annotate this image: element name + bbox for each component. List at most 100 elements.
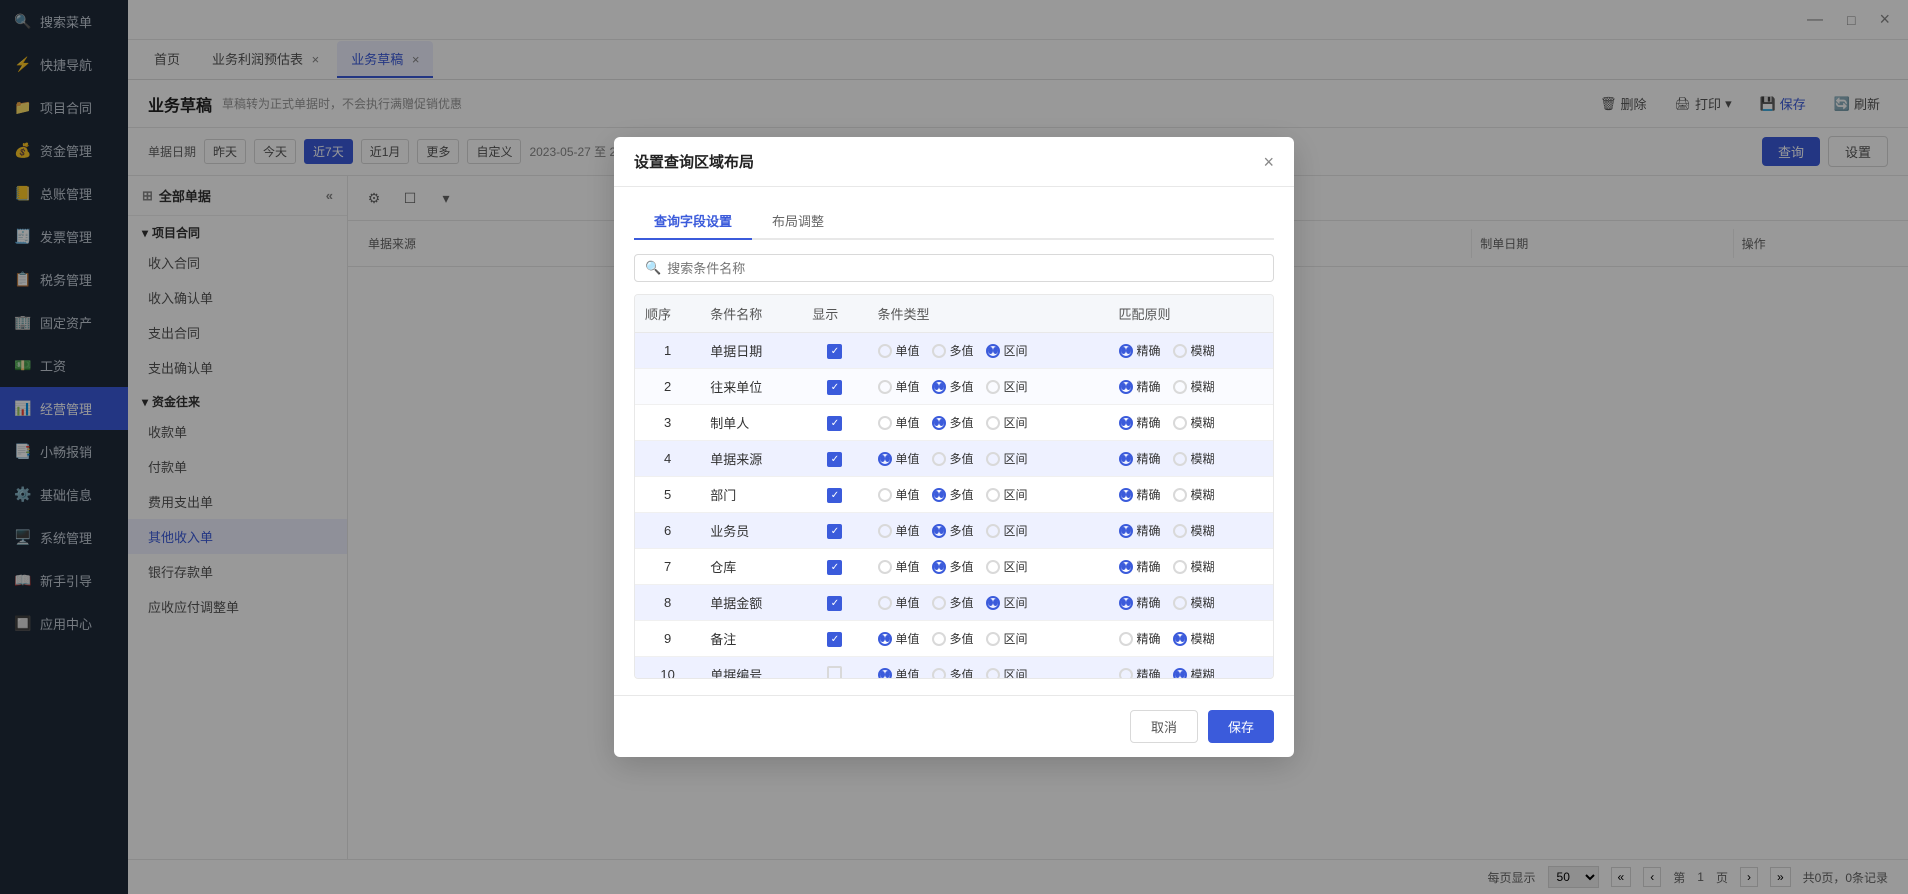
- modal-search-box: 🔍: [634, 254, 1274, 282]
- show-checkbox[interactable]: ✓: [827, 344, 842, 359]
- cell-show[interactable]: ✓: [802, 621, 867, 657]
- radio-precise[interactable]: 精确: [1119, 342, 1161, 359]
- modal-close-button[interactable]: ×: [1263, 153, 1274, 171]
- cell-match: 精确 模糊: [1109, 441, 1273, 477]
- radio-fuzzy[interactable]: 模糊: [1173, 630, 1215, 647]
- cell-show[interactable]: ✓: [802, 405, 867, 441]
- radio-fuzzy-circle: [1173, 344, 1187, 358]
- radio-range[interactable]: 区间: [986, 522, 1028, 539]
- cancel-button[interactable]: 取消: [1130, 710, 1198, 743]
- radio-fuzzy[interactable]: 模糊: [1173, 450, 1215, 467]
- cell-match: 精确 模糊: [1109, 369, 1273, 405]
- radio-single[interactable]: 单值: [878, 522, 920, 539]
- cell-show[interactable]: ✓: [802, 477, 867, 513]
- modal-overlay[interactable]: 设置查询区域布局 × 查询字段设置 布局调整 🔍: [0, 0, 1908, 894]
- radio-multi[interactable]: 多值: [932, 486, 974, 503]
- radio-single-circle: [878, 668, 892, 680]
- radio-fuzzy[interactable]: 模糊: [1173, 594, 1215, 611]
- cell-type: 单值 多值 区间: [868, 513, 1109, 549]
- modal-search-icon: 🔍: [645, 260, 661, 276]
- radio-multi[interactable]: 多值: [932, 666, 974, 679]
- th-order: 顺序: [635, 295, 700, 333]
- radio-single[interactable]: 单值: [878, 594, 920, 611]
- show-checkbox[interactable]: ✓: [827, 596, 842, 611]
- show-checkbox[interactable]: [827, 666, 842, 680]
- radio-range[interactable]: 区间: [986, 558, 1028, 575]
- modal-tab-query-fields[interactable]: 查询字段设置: [634, 203, 752, 240]
- show-checkbox[interactable]: ✓: [827, 452, 842, 467]
- radio-precise-circle: [1119, 596, 1133, 610]
- show-checkbox[interactable]: ✓: [827, 560, 842, 575]
- cell-show[interactable]: ✓: [802, 333, 867, 369]
- radio-range[interactable]: 区间: [986, 378, 1028, 395]
- radio-precise[interactable]: 精确: [1119, 594, 1161, 611]
- radio-precise[interactable]: 精确: [1119, 378, 1161, 395]
- radio-fuzzy[interactable]: 模糊: [1173, 414, 1215, 431]
- radio-fuzzy[interactable]: 模糊: [1173, 666, 1215, 679]
- radio-single[interactable]: 单值: [878, 342, 920, 359]
- radio-range[interactable]: 区间: [986, 342, 1028, 359]
- radio-multi[interactable]: 多值: [932, 522, 974, 539]
- show-checkbox[interactable]: ✓: [827, 632, 842, 647]
- radio-fuzzy[interactable]: 模糊: [1173, 486, 1215, 503]
- show-checkbox[interactable]: ✓: [827, 524, 842, 539]
- radio-single-circle: [878, 596, 892, 610]
- cell-show[interactable]: ✓: [802, 369, 867, 405]
- radio-multi[interactable]: 多值: [932, 342, 974, 359]
- radio-precise-circle: [1119, 632, 1133, 646]
- modal-header: 设置查询区域布局 ×: [614, 137, 1294, 187]
- show-checkbox[interactable]: ✓: [827, 488, 842, 503]
- radio-single[interactable]: 单值: [878, 378, 920, 395]
- cell-show[interactable]: ✓: [802, 441, 867, 477]
- modal-tab-layout[interactable]: 布局调整: [752, 203, 844, 240]
- cell-order: 5: [635, 477, 700, 513]
- radio-range[interactable]: 区间: [986, 486, 1028, 503]
- cell-show[interactable]: ✓: [802, 585, 867, 621]
- radio-precise[interactable]: 精确: [1119, 630, 1161, 647]
- show-checkbox[interactable]: ✓: [827, 380, 842, 395]
- radio-single[interactable]: 单值: [878, 666, 920, 679]
- radio-precise[interactable]: 精确: [1119, 486, 1161, 503]
- radio-precise-circle: [1119, 488, 1133, 502]
- cell-show[interactable]: ✓: [802, 513, 867, 549]
- radio-single[interactable]: 单值: [878, 558, 920, 575]
- radio-single[interactable]: 单值: [878, 450, 920, 467]
- table-row: 10单据编号 单值 多值 区间 精确: [635, 657, 1273, 680]
- radio-multi[interactable]: 多值: [932, 450, 974, 467]
- table-row: 5部门✓ 单值 多值 区间 精确: [635, 477, 1273, 513]
- modal-search-input[interactable]: [667, 261, 1263, 276]
- radio-multi[interactable]: 多值: [932, 558, 974, 575]
- radio-fuzzy[interactable]: 模糊: [1173, 522, 1215, 539]
- show-checkbox[interactable]: ✓: [827, 416, 842, 431]
- modal-save-button[interactable]: 保存: [1208, 710, 1274, 743]
- radio-single[interactable]: 单值: [878, 486, 920, 503]
- radio-multi[interactable]: 多值: [932, 594, 974, 611]
- radio-precise[interactable]: 精确: [1119, 522, 1161, 539]
- radio-multi[interactable]: 多值: [932, 630, 974, 647]
- table-row: 3制单人✓ 单值 多值 区间 精确: [635, 405, 1273, 441]
- radio-fuzzy[interactable]: 模糊: [1173, 558, 1215, 575]
- modal-footer: 取消 保存: [614, 695, 1294, 757]
- cell-show[interactable]: [802, 657, 867, 680]
- radio-fuzzy[interactable]: 模糊: [1173, 378, 1215, 395]
- radio-precise[interactable]: 精确: [1119, 414, 1161, 431]
- radio-range[interactable]: 区间: [986, 630, 1028, 647]
- radio-range[interactable]: 区间: [986, 594, 1028, 611]
- radio-range[interactable]: 区间: [986, 414, 1028, 431]
- radio-range[interactable]: 区间: [986, 450, 1028, 467]
- radio-multi[interactable]: 多值: [932, 414, 974, 431]
- cell-match: 精确 模糊: [1109, 333, 1273, 369]
- radio-multi-circle: [932, 344, 946, 358]
- radio-fuzzy[interactable]: 模糊: [1173, 342, 1215, 359]
- cell-show[interactable]: ✓: [802, 549, 867, 585]
- radio-range[interactable]: 区间: [986, 666, 1028, 679]
- radio-precise[interactable]: 精确: [1119, 666, 1161, 679]
- radio-multi[interactable]: 多值: [932, 378, 974, 395]
- radio-single[interactable]: 单值: [878, 630, 920, 647]
- cell-order: 3: [635, 405, 700, 441]
- radio-precise[interactable]: 精确: [1119, 558, 1161, 575]
- cell-match: 精确 模糊: [1109, 477, 1273, 513]
- radio-single[interactable]: 单值: [878, 414, 920, 431]
- radio-fuzzy-circle: [1173, 560, 1187, 574]
- radio-precise[interactable]: 精确: [1119, 450, 1161, 467]
